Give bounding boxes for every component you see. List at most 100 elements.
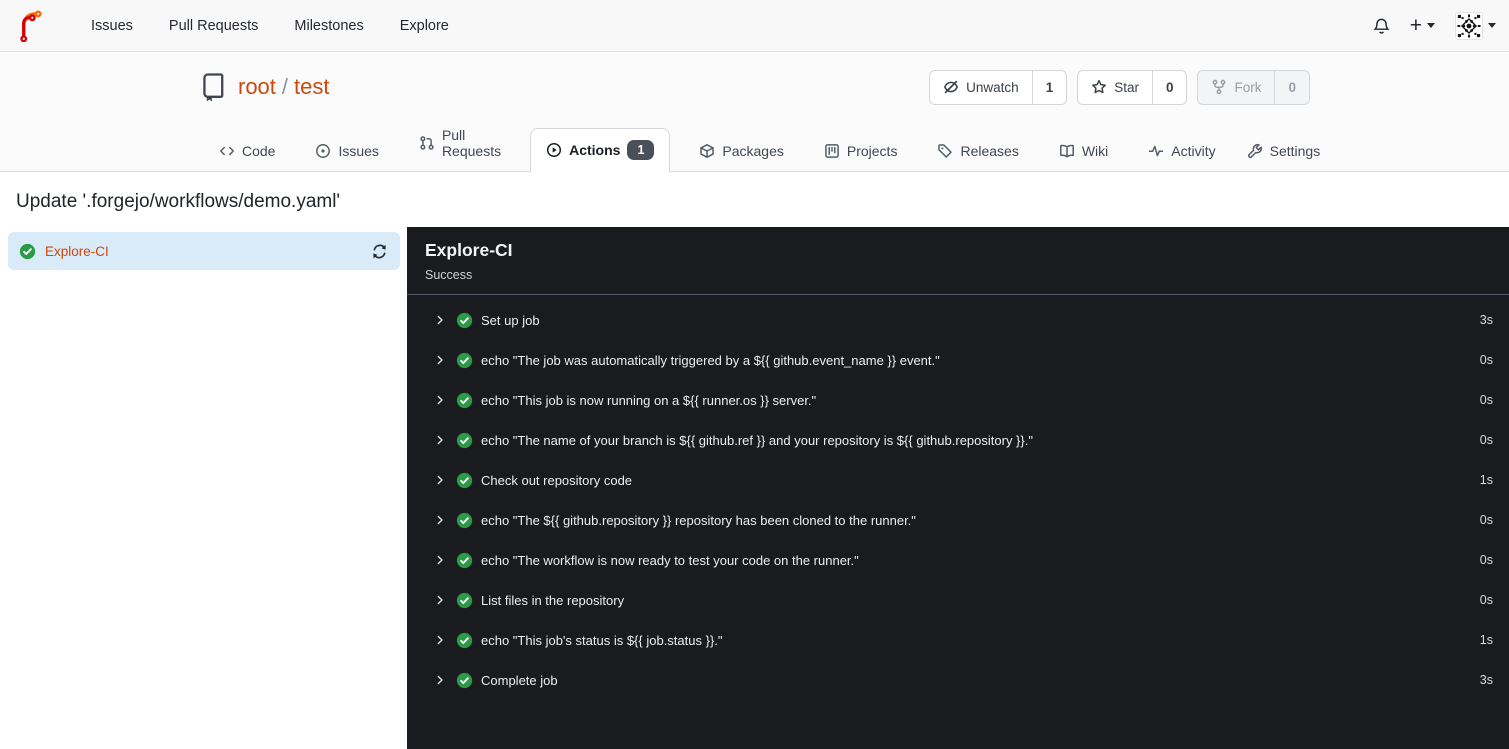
tab-packages[interactable]: Packages: [688, 131, 794, 171]
plus-icon: +: [1409, 14, 1422, 37]
project-board-icon: [824, 143, 840, 159]
step-name: List files in the repository: [481, 592, 625, 608]
nav-link-pull-requests[interactable]: Pull Requests: [151, 0, 276, 52]
chevron-right-icon: [434, 634, 446, 646]
jobs-sidebar: Explore-CI: [0, 227, 407, 749]
job-steps-list: Set up job 3s echo "The job was automati…: [407, 295, 1509, 700]
star-icon: [1091, 79, 1107, 95]
step-duration: 1s: [1479, 473, 1493, 487]
chevron-down-icon: [1488, 23, 1496, 28]
pull-request-icon: [419, 135, 435, 151]
tab-code-label: Code: [242, 143, 276, 159]
tab-activity-label: Activity: [1171, 143, 1216, 159]
step-name: echo "This job is now running on a ${{ r…: [481, 392, 817, 408]
step-row[interactable]: List files in the repository 0s: [407, 580, 1509, 620]
repo-name: root / test: [238, 74, 330, 100]
unwatch-count[interactable]: 1: [1031, 70, 1067, 104]
fork-button[interactable]: Fork: [1198, 71, 1274, 104]
nav-link-explore[interactable]: Explore: [382, 0, 467, 52]
tab-settings[interactable]: Settings: [1236, 131, 1332, 171]
step-duration: 0s: [1479, 553, 1493, 567]
job-status-text: Success: [425, 268, 473, 282]
tab-projects-label: Projects: [846, 143, 898, 159]
step-name: echo "The name of your branch is ${{ git…: [481, 432, 1033, 448]
tool-icon: [1247, 143, 1263, 159]
tab-releases[interactable]: Releases: [926, 131, 1029, 171]
step-row[interactable]: echo "The workflow is now ready to test …: [407, 540, 1509, 580]
page-title: Update '.forgejo/workflows/demo.yaml': [16, 191, 341, 212]
step-row[interactable]: Check out repository code 1s: [407, 460, 1509, 500]
job-item-explore-ci[interactable]: Explore-CI: [8, 232, 400, 270]
chevron-right-icon: [434, 394, 446, 406]
star-button-label: Star: [1114, 79, 1139, 95]
step-row[interactable]: echo "This job's status is ${{ job.statu…: [407, 620, 1509, 660]
pulse-icon: [1148, 143, 1164, 159]
nav-link-issues[interactable]: Issues: [73, 0, 151, 52]
chevron-right-icon: [434, 354, 446, 366]
job-log-panel: Explore-CI Success Set up job 3s echo "T…: [407, 227, 1509, 749]
chevron-right-icon: [434, 514, 446, 526]
nav-link-milestones[interactable]: Milestones: [276, 0, 381, 52]
book-open-icon: [1059, 143, 1075, 159]
step-name: echo "The workflow is now ready to test …: [481, 552, 859, 568]
step-duration: 0s: [1479, 593, 1493, 607]
code-icon: [219, 143, 235, 159]
tab-projects[interactable]: Projects: [813, 131, 909, 171]
step-duration: 3s: [1479, 673, 1493, 687]
play-circle-icon: [546, 142, 562, 158]
step-row[interactable]: Set up job 3s: [407, 300, 1509, 340]
repo-name-link[interactable]: test: [294, 74, 329, 99]
tab-pull-requests-label: Pull Requests: [441, 127, 502, 159]
fork-button-group: Fork 0: [1197, 69, 1310, 105]
repo-owner-link[interactable]: root: [238, 74, 276, 99]
step-row[interactable]: echo "This job is now running on a ${{ r…: [407, 380, 1509, 420]
step-row[interactable]: echo "The ${{ github.repository }} repos…: [407, 500, 1509, 540]
tab-pull-requests[interactable]: Pull Requests: [408, 115, 512, 171]
bell-icon: [1373, 17, 1390, 35]
tab-actions[interactable]: Actions 1: [530, 128, 671, 172]
user-menu-button[interactable]: [1455, 11, 1496, 40]
step-name: Complete job: [481, 672, 558, 688]
step-row[interactable]: echo "The name of your branch is ${{ git…: [407, 420, 1509, 460]
tab-wiki-label: Wiki: [1081, 143, 1109, 159]
package-icon: [699, 143, 715, 159]
check-circle-icon: [19, 243, 36, 260]
tab-code[interactable]: Code: [208, 131, 286, 171]
sync-icon[interactable]: [371, 243, 388, 260]
step-duration: 0s: [1479, 513, 1493, 527]
check-circle-icon: [456, 472, 473, 489]
step-name: echo "The job was automatically triggere…: [481, 352, 940, 368]
tab-issues[interactable]: Issues: [304, 131, 389, 171]
step-duration: 3s: [1479, 313, 1493, 327]
forgejo-logo-icon[interactable]: [13, 9, 45, 42]
check-circle-icon: [456, 512, 473, 529]
repo-header: root / test Unwatch 1 Star 0 Fork 0 Code I…: [0, 52, 1509, 172]
tab-releases-label: Releases: [960, 143, 1019, 159]
step-row[interactable]: Complete job 3s: [407, 660, 1509, 700]
star-button[interactable]: Star: [1078, 71, 1152, 104]
tag-icon: [937, 143, 953, 159]
unwatch-button[interactable]: Unwatch: [930, 71, 1032, 104]
unwatch-button-group: Unwatch 1: [929, 69, 1068, 105]
check-circle-icon: [456, 432, 473, 449]
step-name: Check out repository code: [481, 472, 633, 488]
step-duration: 0s: [1479, 433, 1493, 447]
step-name: echo "This job's status is ${{ job.statu…: [481, 632, 723, 648]
check-circle-icon: [456, 352, 473, 369]
tab-activity[interactable]: Activity: [1137, 131, 1226, 171]
notifications-button[interactable]: [1373, 17, 1390, 35]
star-count[interactable]: 0: [1151, 70, 1187, 104]
chevron-right-icon: [434, 474, 446, 486]
check-circle-icon: [456, 592, 473, 609]
chevron-right-icon: [434, 554, 446, 566]
navbar-links: Issues Pull Requests Milestones Explore: [73, 0, 467, 52]
step-name: echo "The ${{ github.repository }} repos…: [481, 512, 916, 528]
tab-wiki[interactable]: Wiki: [1048, 131, 1119, 171]
issue-circle-icon: [315, 143, 331, 159]
step-row[interactable]: echo "The job was automatically triggere…: [407, 340, 1509, 380]
repo-title-row: root / test Unwatch 1 Star 0 Fork 0: [199, 52, 1310, 106]
avatar-identicon: [1455, 11, 1483, 40]
tab-issues-label: Issues: [338, 143, 379, 159]
fork-count[interactable]: 0: [1274, 70, 1309, 104]
create-new-button[interactable]: +: [1410, 15, 1435, 36]
